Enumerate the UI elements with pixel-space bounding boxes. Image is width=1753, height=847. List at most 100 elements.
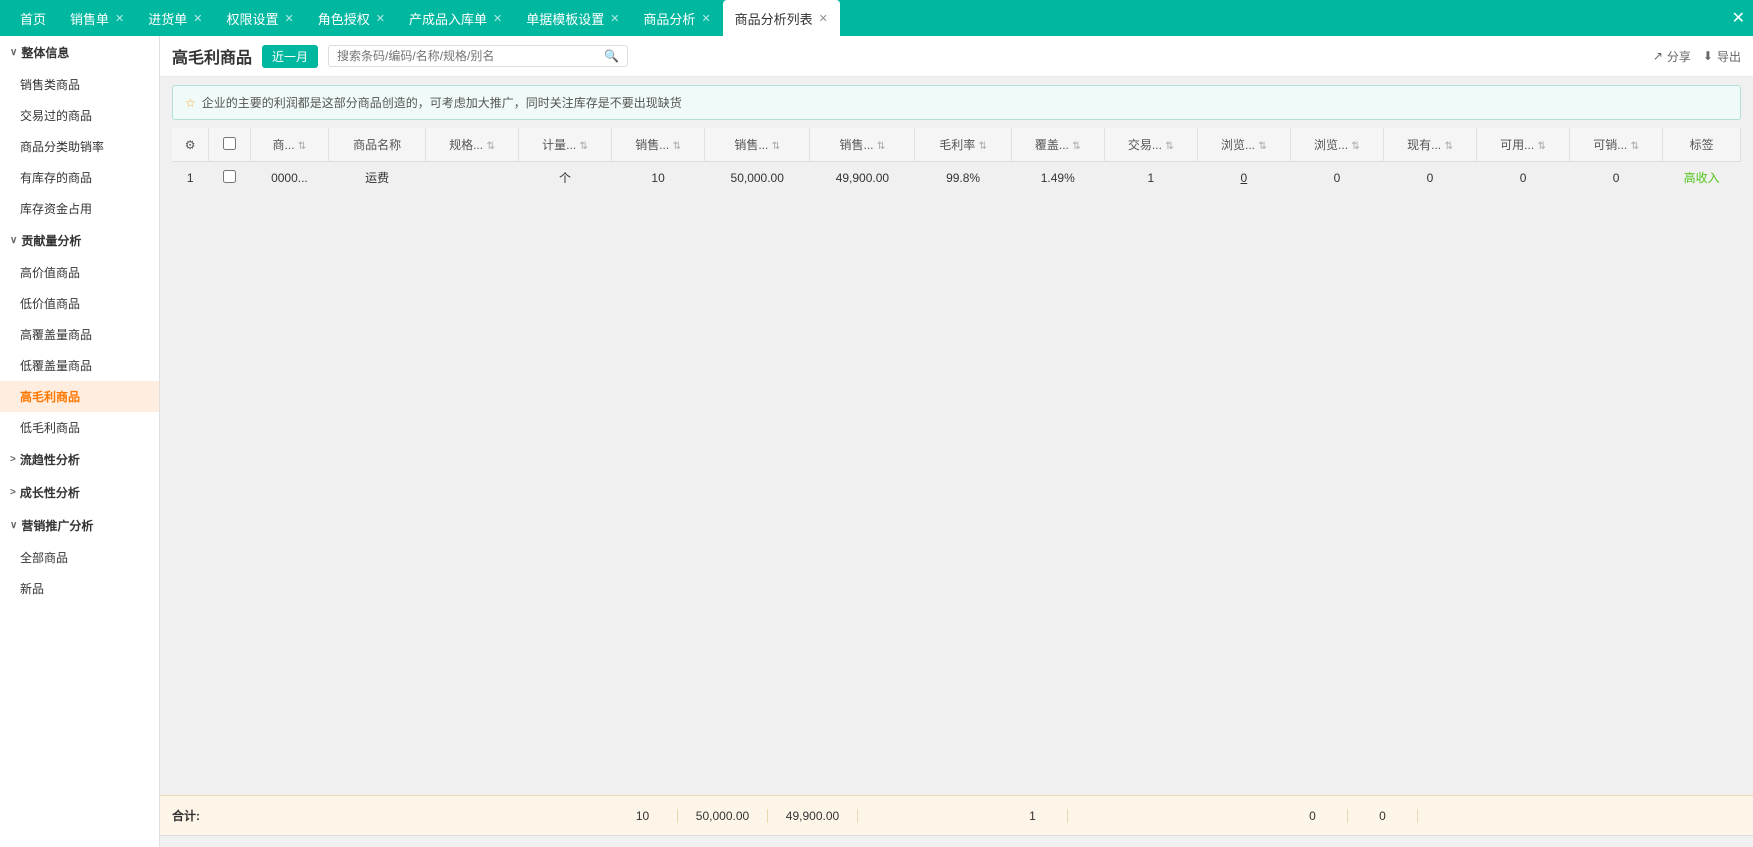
sidebar-item-低覆盖量商品[interactable]: 低覆盖量商品 [0, 350, 159, 381]
sort-icon[interactable]: ⇅ [1258, 141, 1266, 152]
sidebar-item-有库存的商品[interactable]: 有库存的商品 [0, 162, 159, 193]
sort-icon[interactable]: ⇅ [1538, 141, 1546, 152]
sidebar-item-库存资金占用[interactable]: 库存资金占用 [0, 193, 159, 224]
nav-tab-首页[interactable]: 首页 [8, 0, 58, 36]
cell-current_stock: 0 [1383, 162, 1476, 194]
sidebar-item-低价值商品[interactable]: 低价值商品 [0, 288, 159, 319]
col-header-coverage[interactable]: 覆盖... ⇅ [1011, 128, 1104, 162]
sort-icon[interactable]: ⇅ [673, 141, 681, 152]
sidebar-item-高价值商品[interactable]: 高价值商品 [0, 257, 159, 288]
export-icon: ⬇ [1703, 49, 1713, 63]
close-window-button[interactable]: ✕ [1732, 8, 1745, 28]
table-row: 10000...运费个1050,000.0049,900.0099.8%1.49… [172, 162, 1741, 194]
nav-tab-商品分析[interactable]: 商品分析✕ [631, 0, 722, 36]
sort-icon[interactable]: ⇅ [1072, 141, 1080, 152]
col-header-code[interactable]: 商... ⇅ [250, 128, 329, 162]
sidebar-item-高覆盖量商品[interactable]: 高覆盖量商品 [0, 319, 159, 350]
col-header-unit[interactable]: 计量... ⇅ [519, 128, 612, 162]
page-title: 高毛利商品 [172, 44, 252, 68]
search-input[interactable] [337, 49, 604, 63]
sort-icon[interactable]: ⇅ [877, 141, 885, 152]
tab-close-icon[interactable]: ✕ [819, 12, 828, 25]
sort-icon[interactable]: ⇅ [1444, 141, 1452, 152]
tab-close-icon[interactable]: ✕ [701, 12, 710, 25]
sidebar-item-低毛利商品[interactable]: 低毛利商品 [0, 412, 159, 443]
info-icon: ☆ [185, 96, 196, 110]
col-header-sellable[interactable]: 可销... ⇅ [1570, 128, 1663, 162]
cell-gross_rate: 99.8% [915, 162, 1011, 194]
scrollbar[interactable] [160, 835, 1753, 847]
col-header-gross_rate[interactable]: 毛利率 ⇅ [915, 128, 1011, 162]
sidebar-item-新品[interactable]: 新品 [0, 573, 159, 604]
nav-tab-角色授权[interactable]: 角色授权✕ [306, 0, 397, 36]
sort-icon[interactable]: ⇅ [580, 141, 588, 152]
share-icon: ↗ [1653, 49, 1663, 63]
sort-icon[interactable]: ⇅ [1631, 141, 1639, 152]
sidebar-item-高毛利商品[interactable]: 高毛利商品 [0, 381, 159, 412]
sidebar-group-流趋性分析[interactable]: >流趋性分析 [0, 443, 159, 476]
tab-close-icon[interactable]: ✕ [376, 12, 385, 25]
arrow-icon: ∨ [10, 235, 17, 246]
sidebar-group-营销推广分析[interactable]: ∨营销推广分析 [0, 509, 159, 542]
col-header-sales_qty[interactable]: 销售... ⇅ [612, 128, 705, 162]
row-checkbox[interactable] [223, 170, 236, 183]
sort-icon[interactable]: ⇅ [772, 141, 780, 152]
period-button[interactable]: 近一月 [262, 45, 318, 68]
cell-checkbox [209, 162, 250, 194]
nav-tab-单据模板设置[interactable]: 单据模板设置✕ [514, 0, 631, 36]
nav-tab-产成品入库单[interactable]: 产成品入库单✕ [397, 0, 514, 36]
col-header-settings[interactable]: ⚙ [172, 128, 209, 162]
export-button[interactable]: ⬇ 导出 [1703, 48, 1741, 65]
sidebar-item-销售类商品[interactable]: 销售类商品 [0, 69, 159, 100]
sort-icon[interactable]: ⇅ [486, 141, 494, 152]
nav-tab-权限设置[interactable]: 权限设置✕ [214, 0, 305, 36]
sidebar-item-交易过的商品[interactable]: 交易过的商品 [0, 100, 159, 131]
content-area: 高毛利商品 近一月 🔍 ↗ 分享 ⬇ 导出 ☆ 企业的主要的利润都是这部分商品创… [160, 36, 1753, 847]
sort-icon[interactable]: ⇅ [298, 141, 306, 152]
cell-coverage: 1.49% [1011, 162, 1104, 194]
nav-tab-商品分析列表[interactable]: 商品分析列表✕ [723, 0, 840, 36]
col-header-available[interactable]: 可用... ⇅ [1477, 128, 1570, 162]
tab-close-icon[interactable]: ✕ [115, 12, 124, 25]
sidebar-group-成长性分析[interactable]: >成长性分析 [0, 476, 159, 509]
sidebar-item-全部商品[interactable]: 全部商品 [0, 542, 159, 573]
sidebar-group-整体信息[interactable]: ∨整体信息 [0, 36, 159, 69]
share-button[interactable]: ↗ 分享 [1653, 48, 1691, 65]
footer-label: 合计: [172, 807, 208, 824]
sidebar-group-贡献量分析[interactable]: ∨贡献量分析 [0, 224, 159, 257]
nav-tab-销售单[interactable]: 销售单✕ [58, 0, 136, 36]
cell-sales_cost: 49,900.00 [810, 162, 915, 194]
arrow-icon: > [10, 487, 16, 498]
tab-close-icon[interactable]: ✕ [193, 12, 202, 25]
search-icon[interactable]: 🔍 [604, 49, 619, 63]
col-header-current_stock[interactable]: 现有... ⇅ [1383, 128, 1476, 162]
cell-tag: 高收入 [1663, 162, 1741, 194]
col-header-sales_amount[interactable]: 销售... ⇅ [705, 128, 810, 162]
sort-icon[interactable]: ⇅ [1165, 141, 1173, 152]
sidebar-item-商品分类助销率[interactable]: 商品分类助销率 [0, 131, 159, 162]
cell-name: 运费 [329, 162, 426, 194]
select-all-checkbox[interactable] [223, 137, 236, 150]
col-header-views2[interactable]: 浏览... ⇅ [1290, 128, 1383, 162]
col-header-name[interactable]: 商品名称 [329, 128, 426, 162]
col-header-tag[interactable]: 标签 [1663, 128, 1741, 162]
col-header-views1[interactable]: 浏览... ⇅ [1197, 128, 1290, 162]
cell-sales_amount: 50,000.00 [705, 162, 810, 194]
col-header-checkbox[interactable] [209, 128, 250, 162]
col-header-spec[interactable]: 规格... ⇅ [425, 128, 518, 162]
header-actions: ↗ 分享 ⬇ 导出 [1653, 48, 1741, 65]
sort-icon[interactable]: ⇅ [1351, 141, 1359, 152]
tab-close-icon[interactable]: ✕ [285, 12, 294, 25]
cell-spec [425, 162, 518, 194]
main-layout: ∨整体信息销售类商品交易过的商品商品分类助销率有库存的商品库存资金占用∨贡献量分… [0, 36, 1753, 847]
nav-tab-进货单[interactable]: 进货单✕ [136, 0, 214, 36]
tab-close-icon[interactable]: ✕ [493, 12, 502, 25]
tab-close-icon[interactable]: ✕ [610, 12, 619, 25]
cell-unit: 个 [519, 162, 612, 194]
col-header-trade[interactable]: 交易... ⇅ [1104, 128, 1197, 162]
search-box: 🔍 [328, 45, 628, 67]
sort-icon[interactable]: ⇅ [979, 141, 987, 152]
col-header-sales_cost[interactable]: 销售... ⇅ [810, 128, 915, 162]
cell-no: 1 [172, 162, 209, 194]
footer-cells: 1050,000.0049,900.00100 [208, 809, 1741, 823]
